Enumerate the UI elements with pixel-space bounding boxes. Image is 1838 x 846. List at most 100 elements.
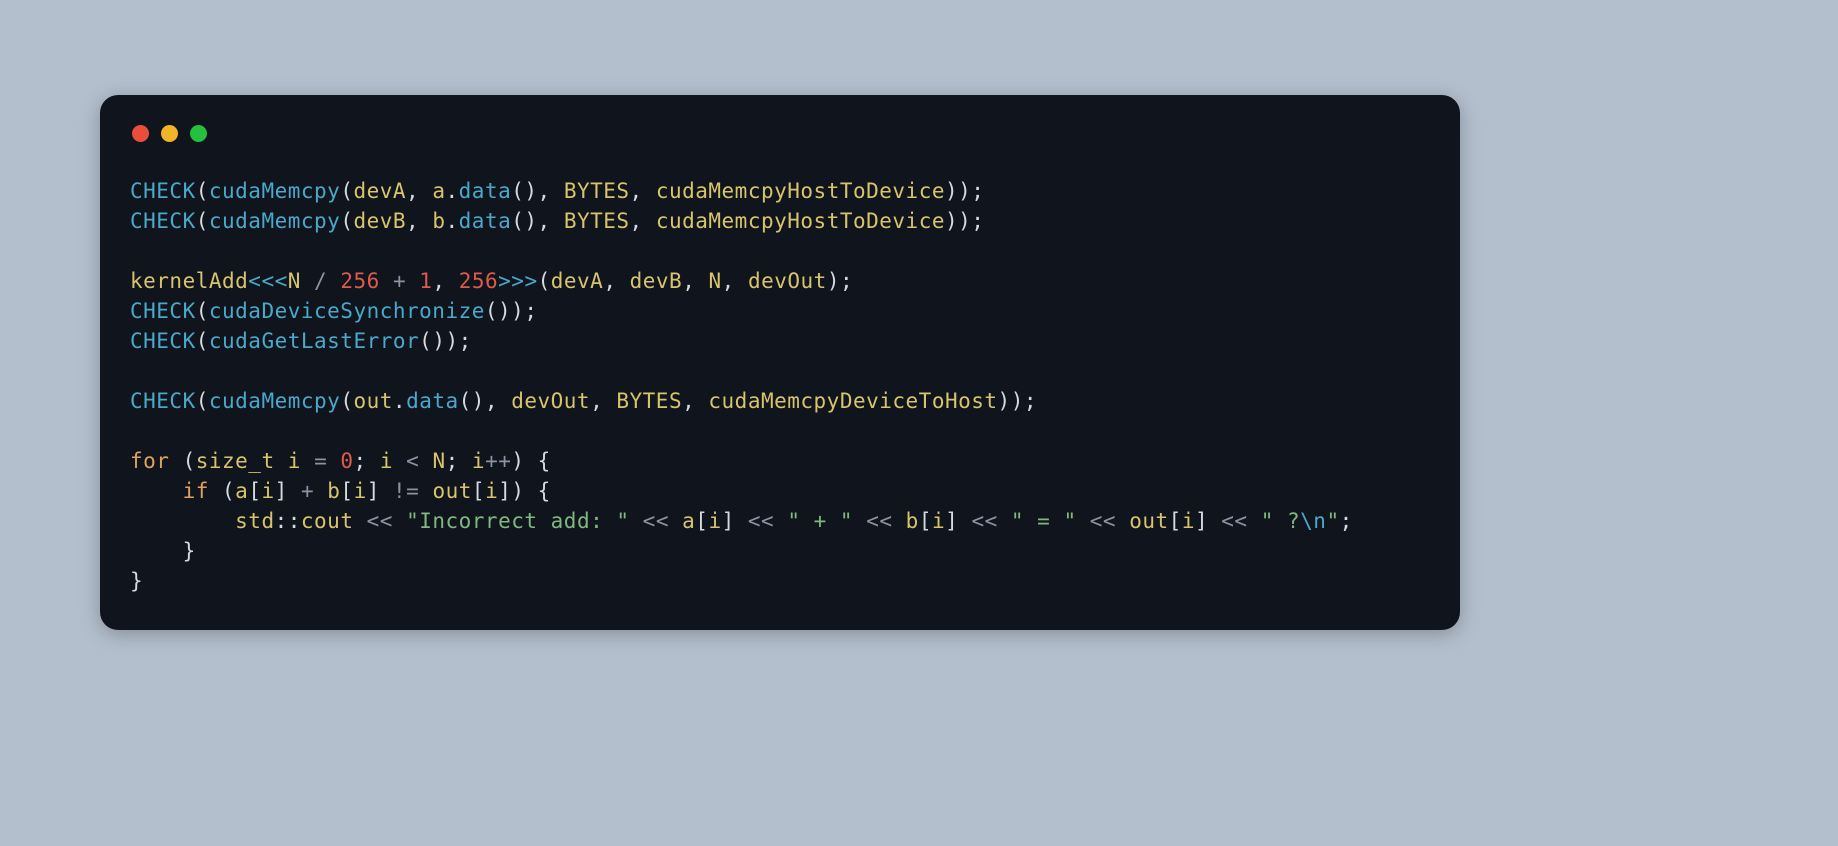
code-token — [301, 269, 314, 293]
code-token: [ — [340, 479, 353, 503]
code-token: cudaGetLastError — [209, 329, 419, 353]
code-token — [301, 449, 314, 473]
code-token: , — [603, 269, 629, 293]
code-token: ] — [1195, 509, 1221, 533]
code-token: ( — [340, 179, 353, 203]
code-token: / — [314, 269, 327, 293]
code-line: CHECK(cudaMemcpy(devA, a.data(), BYTES, … — [130, 179, 984, 203]
code-token: devA — [551, 269, 604, 293]
code-token: ( — [538, 269, 551, 293]
code-token: " — [1326, 509, 1339, 533]
code-token — [630, 509, 643, 533]
minimize-icon[interactable] — [161, 125, 178, 142]
code-token: ( — [340, 209, 353, 233]
code-token — [1116, 509, 1129, 533]
code-token: ()); — [485, 299, 538, 323]
code-token: i — [472, 449, 485, 473]
code-token: size_t — [196, 449, 275, 473]
code-line: CHECK(cudaGetLastError()); — [130, 329, 472, 353]
code-token: , — [682, 269, 708, 293]
code-token: } — [130, 569, 143, 593]
code-token: N — [709, 269, 722, 293]
code-token: )); — [945, 209, 984, 233]
code-token: , — [432, 269, 458, 293]
code-token: << — [367, 509, 393, 533]
code-token: data — [406, 389, 459, 413]
code-token — [406, 269, 419, 293]
code-token: ; — [446, 449, 472, 473]
code-token: cudaMemcpyHostToDevice — [656, 209, 945, 233]
code-line: CHECK(cudaMemcpy(out.data(), devOut, BYT… — [130, 389, 1037, 413]
code-token: ] — [722, 509, 748, 533]
code-token: \n — [1300, 509, 1326, 533]
code-token: ] — [945, 509, 971, 533]
code-token: ( — [196, 329, 209, 353]
code-token: i — [485, 479, 498, 503]
code-token: ( — [340, 389, 353, 413]
code-token: ( — [196, 299, 209, 323]
code-token: N — [288, 269, 301, 293]
code-token — [275, 449, 288, 473]
code-line: CHECK(cudaDeviceSynchronize()); — [130, 299, 537, 323]
window-controls — [132, 125, 1430, 142]
code-token — [774, 509, 787, 533]
code-token — [669, 509, 682, 533]
code-token — [353, 509, 366, 533]
code-token: (), — [511, 179, 564, 203]
code-token: , — [682, 389, 708, 413]
code-token: >>> — [498, 269, 537, 293]
close-icon[interactable] — [132, 125, 149, 142]
code-token: out — [353, 389, 392, 413]
code-token — [327, 269, 340, 293]
code-token: i — [380, 449, 393, 473]
code-token — [380, 269, 393, 293]
code-token: cudaMemcpy — [209, 389, 340, 413]
code-token: , — [630, 209, 656, 233]
code-token — [998, 509, 1011, 533]
code-token: devOut — [748, 269, 827, 293]
code-token: . — [393, 389, 406, 413]
code-token: = — [314, 449, 327, 473]
code-token: } — [130, 539, 196, 563]
code-token — [1248, 509, 1261, 533]
code-token: ] — [275, 479, 301, 503]
code-token: ; — [1340, 509, 1353, 533]
code-token: [ — [919, 509, 932, 533]
zoom-icon[interactable] — [190, 125, 207, 142]
code-line: } — [130, 569, 143, 593]
code-token: CHECK — [130, 329, 196, 353]
code-token: BYTES — [564, 179, 630, 203]
code-token: . — [446, 209, 459, 233]
code-token: , — [722, 269, 748, 293]
code-token — [393, 509, 406, 533]
code-token: ( — [196, 209, 209, 233]
code-line: } — [130, 539, 196, 563]
code-token — [1077, 509, 1090, 533]
code-token: CHECK — [130, 179, 196, 203]
code-token: cudaMemcpy — [209, 209, 340, 233]
code-token: out — [1129, 509, 1168, 533]
code-block: CHECK(cudaMemcpy(devA, a.data(), BYTES, … — [130, 176, 1430, 596]
code-token: [ — [1169, 509, 1182, 533]
code-token: kernelAdd — [130, 269, 248, 293]
code-token: i — [261, 479, 274, 503]
code-token — [327, 449, 340, 473]
code-token: for — [130, 449, 169, 473]
code-token: CHECK — [130, 389, 196, 413]
code-token: )); — [998, 389, 1037, 413]
code-token: :: — [275, 509, 301, 533]
code-token: b — [906, 509, 919, 533]
code-token: 1 — [419, 269, 432, 293]
code-token: std — [235, 509, 274, 533]
code-token: " = " — [1011, 509, 1077, 533]
code-token: )); — [945, 179, 984, 203]
code-token: [ — [472, 479, 485, 503]
code-token: [ — [695, 509, 708, 533]
code-token: ++ — [485, 449, 511, 473]
code-token: ( — [169, 449, 195, 473]
code-token: << — [643, 509, 669, 533]
code-token: ()); — [419, 329, 472, 353]
code-token: << — [1221, 509, 1247, 533]
code-token: <<< — [248, 269, 287, 293]
code-token: ) { — [511, 449, 550, 473]
